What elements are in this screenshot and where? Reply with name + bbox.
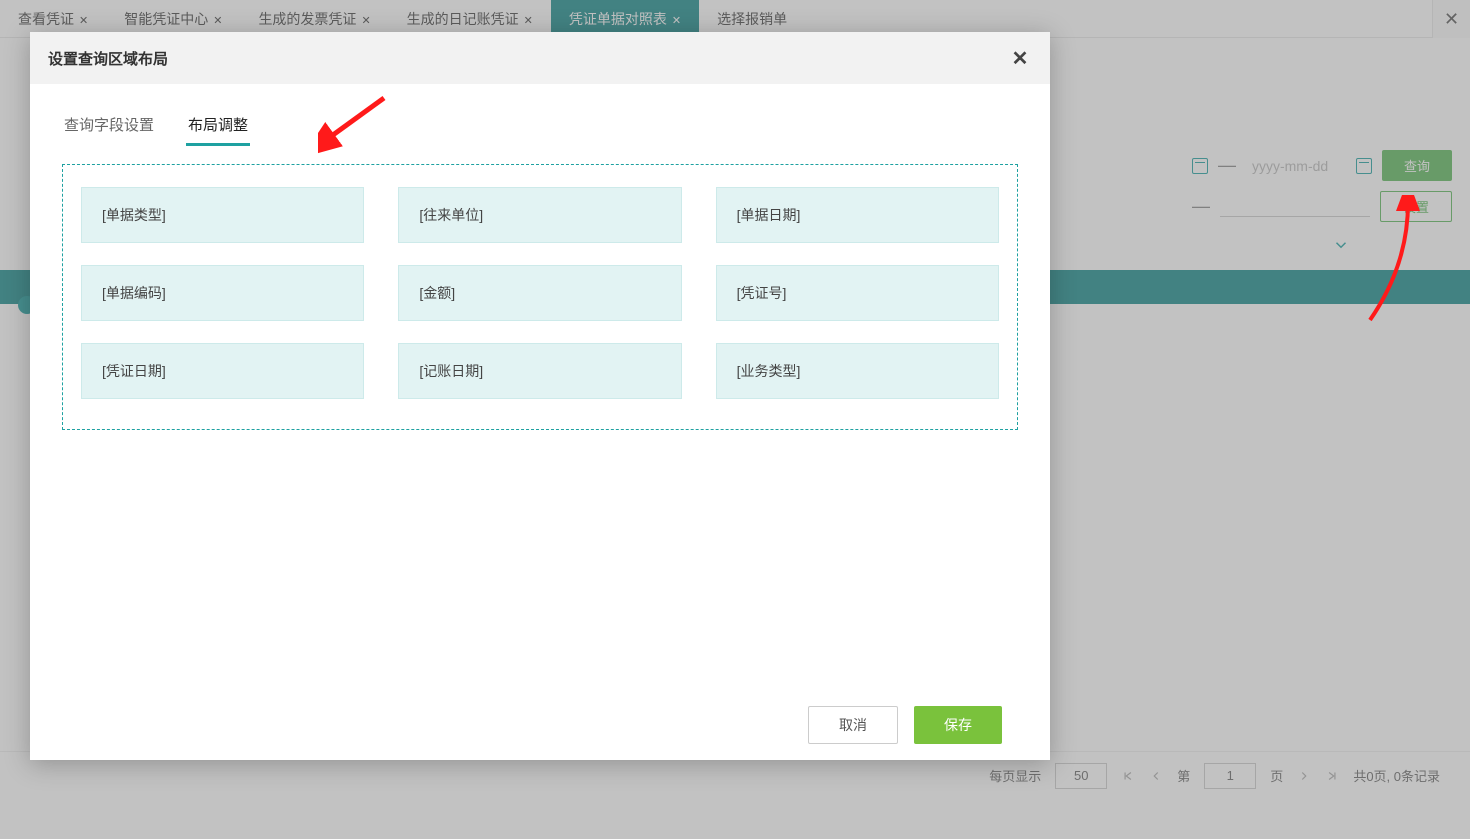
field-chip[interactable]: [凭证日期] [81,343,364,399]
field-chip[interactable]: [单据日期] [716,187,999,243]
tab-query-fields[interactable]: 查询字段设置 [62,108,156,145]
layout-drop-zone[interactable]: [单据类型] [往来单位] [单据日期] [单据编码] [金额] [凭证号] [… [62,164,1018,430]
field-chip[interactable]: [业务类型] [716,343,999,399]
cancel-button[interactable]: 取消 [808,706,898,744]
dialog-footer: 取消 保存 [30,690,1050,760]
field-chip[interactable]: [单据编码] [81,265,364,321]
dialog-body: 查询字段设置 布局调整 [单据类型] [往来单位] [单据日期] [单据编码] … [30,84,1050,690]
dialog-title: 设置查询区域布局 [48,48,168,69]
field-chip[interactable]: [凭证号] [716,265,999,321]
dialog-header: 设置查询区域布局 ✕ [30,32,1050,84]
field-chip[interactable]: [单据类型] [81,187,364,243]
field-chip[interactable]: [记账日期] [398,343,681,399]
close-icon[interactable]: ✕ [1008,46,1032,71]
dialog-tabs: 查询字段设置 布局调整 [62,108,1018,146]
layout-settings-dialog: 设置查询区域布局 ✕ 查询字段设置 布局调整 [单据类型] [往来单位] [单据… [30,32,1050,760]
save-button[interactable]: 保存 [914,706,1002,744]
field-chip[interactable]: [往来单位] [398,187,681,243]
field-grid: [单据类型] [往来单位] [单据日期] [单据编码] [金额] [凭证号] [… [81,187,999,399]
field-chip[interactable]: [金额] [398,265,681,321]
tab-layout-adjust[interactable]: 布局调整 [186,108,250,145]
